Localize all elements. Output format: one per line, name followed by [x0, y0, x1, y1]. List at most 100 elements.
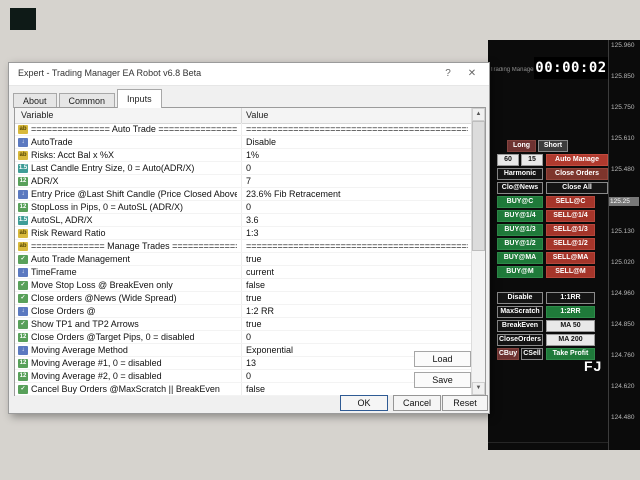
harmonic-button[interactable]: Harmonic: [497, 168, 543, 180]
sell-at-close-button[interactable]: SELL@C: [546, 196, 595, 208]
sell-half-button[interactable]: SELL@1/2: [546, 238, 595, 250]
row-value[interactable]: Disable: [246, 136, 468, 148]
ok-button[interactable]: OK: [340, 395, 388, 411]
tab-about[interactable]: About: [13, 93, 57, 108]
row-value[interactable]: ========================================…: [246, 240, 468, 252]
table-row[interactable]: ↓ Close Orders @ 1:2 RR: [15, 305, 472, 318]
row-value[interactable]: 23.6% Fib Retracement: [246, 188, 468, 200]
inputs-tab-page: Variable Value ab =============== Auto Tr…: [14, 107, 486, 396]
auto-manage-button[interactable]: Auto Manage: [546, 154, 608, 166]
buy-half-button[interactable]: BUY@1/2: [497, 238, 543, 250]
tab-inputs[interactable]: Inputs: [117, 89, 162, 108]
short-button[interactable]: Short: [538, 140, 568, 152]
price-label: 125.960: [611, 42, 635, 49]
enum-type-icon: ↓: [18, 190, 28, 199]
row-value[interactable]: 1:2 RR: [246, 305, 468, 317]
row-value[interactable]: 1%: [246, 149, 468, 161]
row-value[interactable]: 0: [246, 162, 468, 174]
scroll-up-arrow-icon[interactable]: ▲: [472, 108, 485, 121]
enum-type-icon: ↓: [18, 138, 28, 147]
row-value[interactable]: 1:3: [246, 227, 468, 239]
table-row[interactable]: ↓ TimeFrame current: [15, 266, 472, 279]
row-value[interactable]: 0: [246, 331, 468, 343]
scroll-down-arrow-icon[interactable]: ▼: [472, 382, 485, 395]
bool-type-icon: ✓: [18, 320, 28, 329]
ma-50-button[interactable]: MA 50: [546, 320, 595, 332]
bool-type-icon: ✓: [18, 385, 28, 394]
sell-quarter-button[interactable]: SELL@1/4: [546, 210, 595, 222]
table-row[interactable]: ab Risks: Acct Bal x %X 1%: [15, 149, 472, 162]
table-row[interactable]: ↓ AutoTrade Disable: [15, 136, 472, 149]
price-label: 125.750: [611, 104, 635, 111]
sell-m-button[interactable]: SELL@M: [546, 266, 595, 278]
timeframe-60-button[interactable]: 60: [497, 154, 519, 166]
load-button[interactable]: Load: [414, 351, 471, 367]
close-orders-panel-button[interactable]: CloseOrders: [497, 334, 543, 346]
ma-200-button[interactable]: MA 200: [546, 334, 595, 346]
table-row[interactable]: 12 Close Orders @Target Pips, 0 = disable…: [15, 331, 472, 344]
sell-third-button[interactable]: SELL@1/3: [546, 224, 595, 236]
break-even-button[interactable]: BreakEven: [497, 320, 543, 332]
price-label: 125.480: [611, 166, 635, 173]
table-row[interactable]: ab =============== Auto Trade ===========…: [15, 123, 472, 136]
scrollbar-thumb[interactable]: [472, 121, 485, 251]
table-header: Variable Value: [15, 108, 472, 124]
close-button[interactable]: ✕: [465, 67, 479, 81]
rr-1-1-button[interactable]: 1:1RR: [546, 292, 595, 304]
row-value[interactable]: 7: [246, 175, 468, 187]
table-row[interactable]: 1.5 Last Candle Entry Size, 0 = Auto(ADR/…: [15, 162, 472, 175]
close-orders-button[interactable]: Close Orders: [546, 168, 608, 180]
tab-bar: About Common Inputs: [13, 89, 487, 108]
row-variable: Risk Reward Ratio: [31, 228, 106, 238]
buy-m-button[interactable]: BUY@M: [497, 266, 543, 278]
row-value[interactable]: 3.6: [246, 214, 468, 226]
row-value[interactable]: true: [246, 318, 468, 330]
buy-quarter-button[interactable]: BUY@1/4: [497, 210, 543, 222]
table-row[interactable]: 12 Moving Average #2, 0 = disabled 0: [15, 370, 472, 383]
cancel-buy-button[interactable]: CBuy: [497, 348, 519, 360]
price-label: 125.020: [611, 259, 635, 266]
table-row[interactable]: ✓ Move Stop Loss @ BreakEven only false: [15, 279, 472, 292]
table-row[interactable]: 12 StopLoss in Pips, 0 = AutoSL (ADR/X) 0: [15, 201, 472, 214]
inputs-table: ab =============== Auto Trade ===========…: [15, 123, 472, 396]
buy-ma-button[interactable]: BUY@MA: [497, 252, 543, 264]
table-row[interactable]: 1.5 AutoSL, ADR/X 3.6: [15, 214, 472, 227]
reset-button[interactable]: Reset: [442, 395, 488, 411]
screen: Trading Manager EA R 00:00:02 125.960 12…: [0, 0, 640, 480]
save-button[interactable]: Save: [414, 372, 471, 388]
table-row[interactable]: 12 Moving Average #1, 0 = disabled 13: [15, 357, 472, 370]
sell-ma-button[interactable]: SELL@MA: [546, 252, 595, 264]
tab-common[interactable]: Common: [58, 93, 116, 108]
double-type-icon: 1.5: [18, 164, 28, 173]
table-row[interactable]: ✓ Close orders @News (Wide Spread) true: [15, 292, 472, 305]
max-scratch-button[interactable]: MaxScratch: [497, 306, 543, 318]
table-row[interactable]: ✓ Show TP1 and TP2 Arrows true: [15, 318, 472, 331]
row-value[interactable]: true: [246, 292, 468, 304]
row-value[interactable]: true: [246, 253, 468, 265]
buy-at-close-button[interactable]: BUY@C: [497, 196, 543, 208]
cancel-button[interactable]: Cancel: [393, 395, 441, 411]
table-row[interactable]: ab ============== Manage Trades =========…: [15, 240, 472, 253]
table-row[interactable]: ↓ Entry Price @Last Shift Candle (Price C…: [15, 188, 472, 201]
row-value[interactable]: current: [246, 266, 468, 278]
row-value[interactable]: false: [246, 279, 468, 291]
table-row[interactable]: ab Risk Reward Ratio 1:3: [15, 227, 472, 240]
long-button[interactable]: Long: [507, 140, 536, 152]
rr-1-2-button[interactable]: 1:2RR: [546, 306, 595, 318]
table-row[interactable]: ✓ Auto Trade Management true: [15, 253, 472, 266]
vertical-scrollbar[interactable]: ▲ ▼: [471, 108, 485, 395]
dialog-titlebar: Expert - Trading Manager EA Robot v6.8 B…: [9, 63, 489, 86]
buy-third-button[interactable]: BUY@1/3: [497, 224, 543, 236]
cancel-sell-button[interactable]: CSell: [521, 348, 543, 360]
table-row[interactable]: ↓ Moving Average Method Exponential: [15, 344, 472, 357]
close-all-button[interactable]: Close All: [546, 182, 608, 194]
help-button[interactable]: ?: [441, 67, 455, 81]
row-variable: AutoSL, ADR/X: [31, 215, 93, 225]
disable-button[interactable]: Disable: [497, 292, 543, 304]
row-value[interactable]: 0: [246, 201, 468, 213]
row-variable: TimeFrame: [31, 267, 77, 277]
table-row[interactable]: 12 ADR/X 7: [15, 175, 472, 188]
timeframe-15-button[interactable]: 15: [521, 154, 543, 166]
row-value[interactable]: ========================================…: [246, 123, 468, 135]
close-at-news-button[interactable]: Clo@News: [497, 182, 543, 194]
